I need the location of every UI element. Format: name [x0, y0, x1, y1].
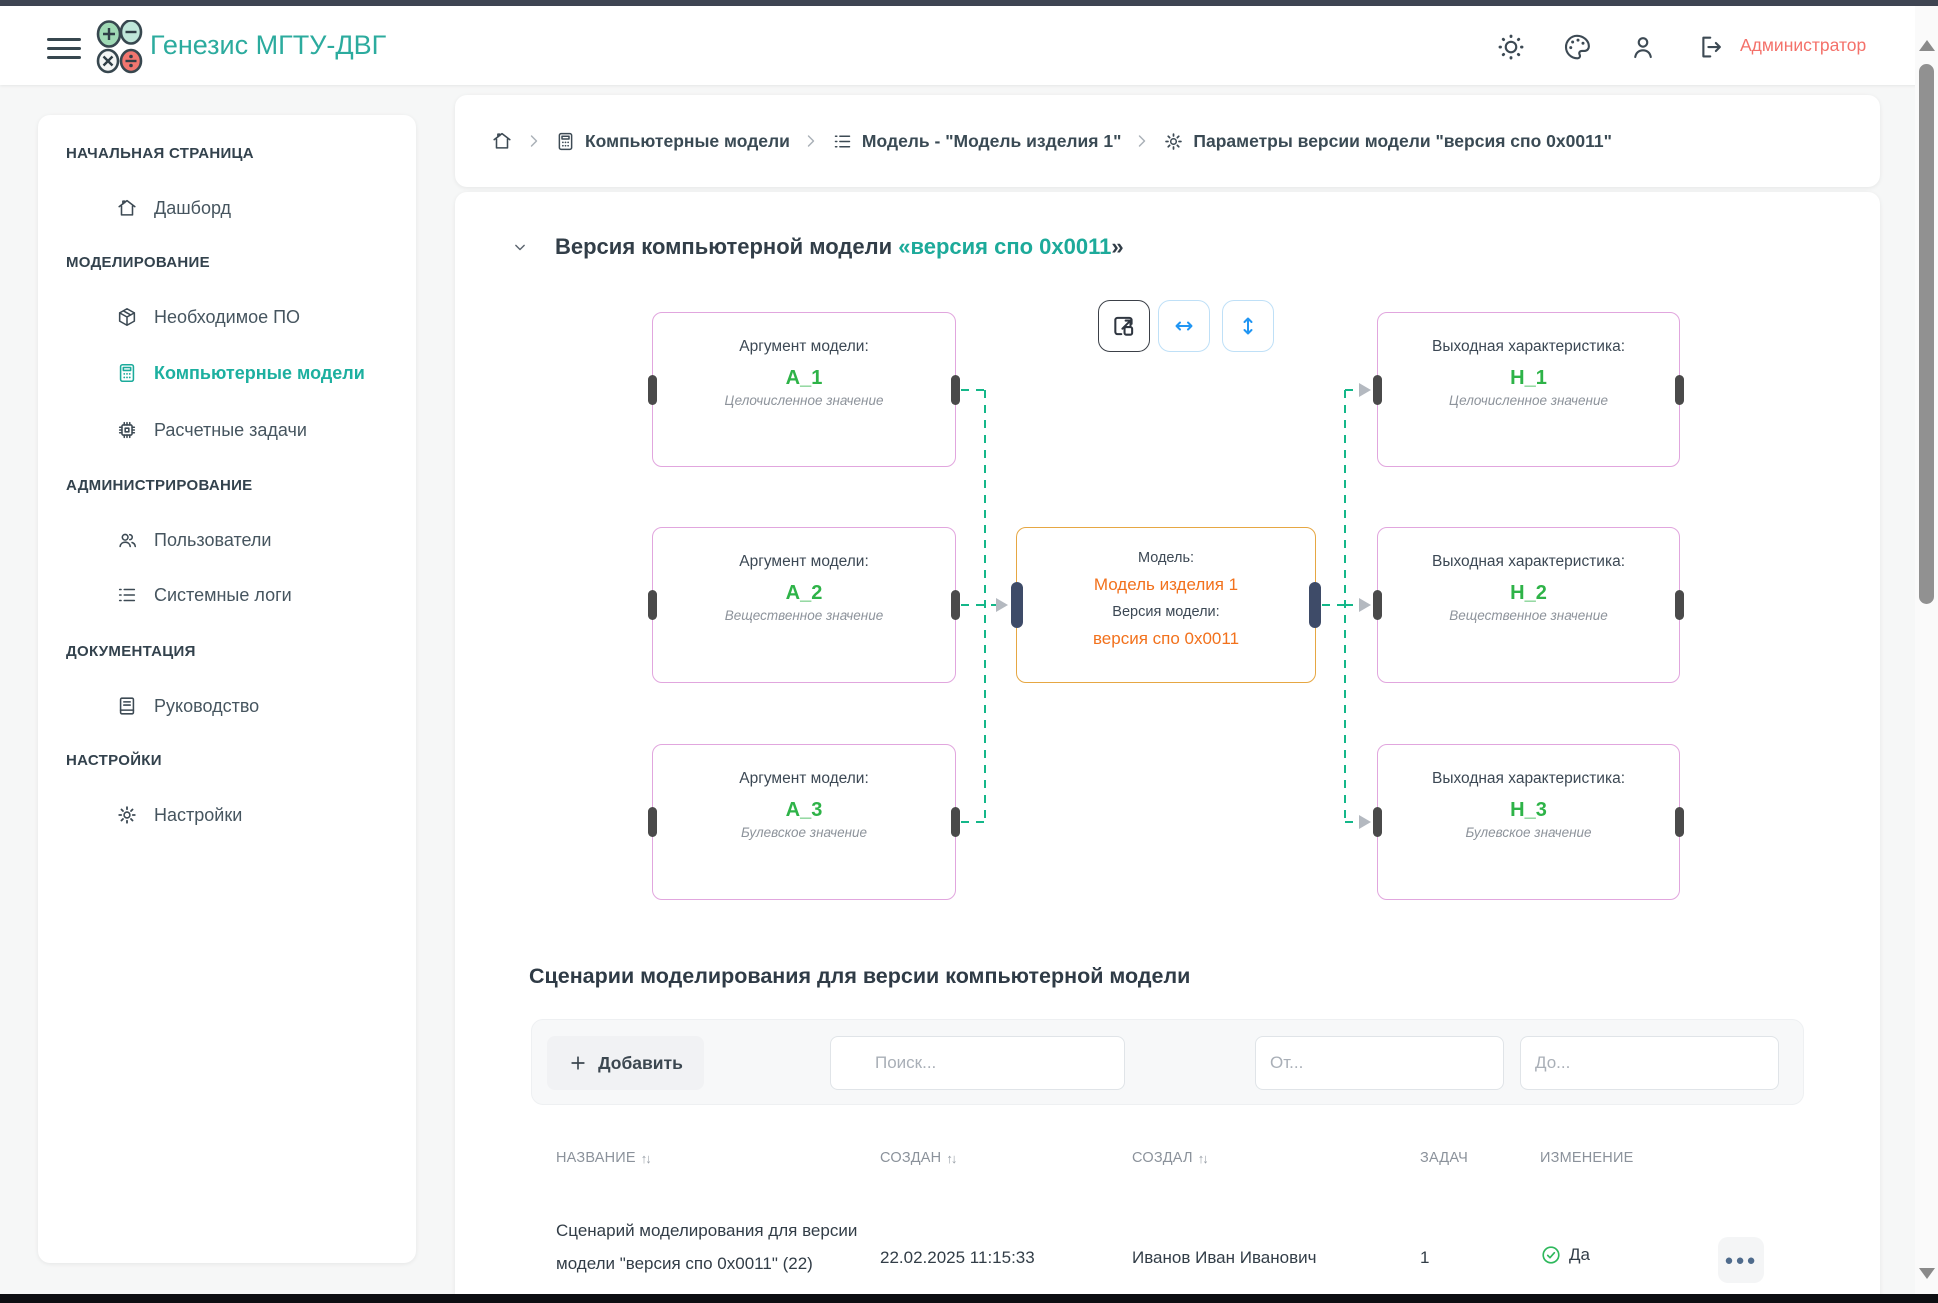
column-header-change: ИЗМЕНЕНИЕ: [1540, 1150, 1634, 1166]
app-header: Генезис МГТУ-ДВГ Администратор: [0, 6, 1938, 85]
node-handle[interactable]: [951, 807, 960, 837]
breadcrumb: Компьютерные модели Модель - "Модель изд…: [491, 95, 1612, 187]
breadcrumb-item-computer-models[interactable]: Компьютерные модели: [555, 131, 790, 152]
package-icon: [116, 306, 138, 328]
scenarios-heading: Сценарии моделирования для версии компью…: [529, 964, 1191, 988]
sidebar-item-dashboard[interactable]: Дашборд: [38, 191, 416, 225]
panel-title: Версия компьютерной модели «версия спо 0…: [555, 234, 1124, 259]
book-icon: [116, 695, 138, 717]
scrollbar-thumb[interactable]: [1919, 64, 1934, 604]
output-node-h1[interactable]: Выходная характеристика: Н_1 Целочисленн…: [1373, 312, 1684, 467]
gear-icon: [116, 804, 138, 826]
breadcrumb-home-icon[interactable]: [491, 130, 513, 152]
theme-toggle-icon[interactable]: [1496, 32, 1526, 62]
scenario-name-cell[interactable]: Сценарий моделирования для версии модели…: [556, 1215, 858, 1280]
output-node-h2[interactable]: Выходная характеристика: Н_2 Вещественно…: [1373, 527, 1684, 683]
chevron-right-icon: [530, 135, 538, 147]
sidebar-item-manual[interactable]: Руководство: [38, 689, 416, 723]
node-handle[interactable]: [648, 374, 657, 405]
sidebar-section-administration: АДМИНИСТРИРОВАНИЕ: [66, 476, 253, 494]
list-icon: [116, 584, 138, 606]
check-circle-icon: [1542, 1246, 1560, 1264]
search-input[interactable]: [830, 1036, 1125, 1090]
search-field-wrap: [830, 1036, 1125, 1090]
plus-icon: [571, 1056, 585, 1070]
sidebar-item-settings[interactable]: Настройки: [38, 798, 416, 832]
calculator-icon: [558, 132, 573, 150]
home-icon: [116, 197, 138, 219]
scenario-change-cell: Да: [1540, 1244, 1590, 1266]
date-to-input[interactable]: [1520, 1036, 1779, 1090]
breadcrumb-item-version-params[interactable]: Параметры версии модели "версия спо 0x00…: [1163, 131, 1612, 152]
column-header-name[interactable]: НАЗВАНИЕ ↑↓: [556, 1150, 652, 1166]
sort-icon[interactable]: ↑↓: [946, 1151, 957, 1166]
column-header-tasks: ЗАДАЧ: [1420, 1150, 1468, 1166]
list-icon: [834, 135, 851, 147]
node-handle[interactable]: [1011, 582, 1023, 628]
argument-node-a3[interactable]: Аргумент модели: А_3 Булевское значение: [648, 744, 960, 900]
column-header-created[interactable]: СОЗДАН ↑↓: [880, 1150, 957, 1166]
version-panel: Версия компьютерной модели «версия спо 0…: [455, 192, 1880, 1303]
sidebar-item-users[interactable]: Пользователи: [38, 523, 416, 557]
node-handle[interactable]: [951, 590, 960, 620]
sidebar-section-settings: НАСТРОЙКИ: [66, 751, 162, 769]
scrollbar-up-arrow[interactable]: [1919, 40, 1935, 51]
output-node-h3[interactable]: Выходная характеристика: Н_3 Булевское з…: [1373, 744, 1684, 900]
sidebar-section-home: НАЧАЛЬНАЯ СТРАНИЦА: [66, 144, 254, 162]
node-handle[interactable]: [1675, 374, 1684, 405]
sidebar-section-documentation: ДОКУМЕНТАЦИЯ: [66, 642, 196, 660]
hamburger-menu-icon[interactable]: [47, 38, 81, 60]
collapse-panel-button[interactable]: [505, 232, 535, 262]
chevron-right-icon: [1139, 135, 1146, 147]
breadcrumb-item-model[interactable]: Модель - "Модель изделия 1": [832, 131, 1121, 152]
scrollbar-down-arrow[interactable]: [1919, 1268, 1935, 1279]
argument-node-a2[interactable]: Аргумент модели: А_2 Вещественное значен…: [648, 527, 960, 683]
gear-icon: [1165, 132, 1183, 150]
sidebar-nav: НАЧАЛЬНАЯ СТРАНИЦА Дашборд МОДЕЛИРОВАНИЕ…: [38, 115, 416, 1263]
scenario-created-cell: 22.02.2025 11:15:33: [880, 1248, 1035, 1267]
scenario-creator-cell: Иванов Иван Иванович: [1132, 1248, 1317, 1267]
chevron-down-icon: [515, 244, 525, 251]
scenario-tasks-cell: 1: [1420, 1248, 1430, 1267]
sidebar-item-system-logs[interactable]: Системные логи: [38, 578, 416, 612]
node-handle[interactable]: [1309, 582, 1321, 628]
chip-icon: [116, 419, 138, 441]
model-node[interactable]: Модель: Модель изделия 1 Версия модели: …: [1011, 527, 1321, 683]
window-bottom-strip: [0, 1294, 1938, 1303]
node-handle[interactable]: [1373, 807, 1382, 837]
calculator-icon: [116, 362, 138, 384]
sidebar-item-computer-models[interactable]: Компьютерные модели: [38, 356, 416, 390]
user-role-label[interactable]: Администратор: [1740, 6, 1866, 85]
sidebar-item-required-software[interactable]: Необходимое ПО: [38, 300, 416, 334]
row-actions-button[interactable]: ●●●: [1718, 1237, 1764, 1283]
node-handle[interactable]: [951, 374, 960, 405]
node-handle[interactable]: [1675, 807, 1684, 837]
page-scrollbar[interactable]: [1915, 6, 1938, 1294]
node-handle[interactable]: [1675, 590, 1684, 620]
palette-icon[interactable]: [1562, 32, 1592, 62]
sort-icon[interactable]: ↑↓: [1198, 1151, 1209, 1166]
column-header-creator[interactable]: СОЗДАЛ ↑↓: [1132, 1150, 1209, 1166]
date-from-input[interactable]: [1255, 1036, 1504, 1090]
logout-icon[interactable]: [1694, 32, 1724, 62]
version-name-highlight: «версия спо 0x0011: [898, 234, 1112, 259]
node-handle[interactable]: [1373, 374, 1382, 405]
scenarios-filterbar: Добавить: [531, 1019, 1804, 1105]
node-handle[interactable]: [1373, 590, 1382, 620]
app-title: Генезис МГТУ-ДВГ: [150, 30, 387, 60]
sidebar-item-computation-tasks[interactable]: Расчетные задачи: [38, 413, 416, 447]
argument-node-a1[interactable]: Аргумент модели: А_1 Целочисленное значе…: [648, 312, 960, 467]
sort-icon[interactable]: ↑↓: [641, 1151, 652, 1166]
breadcrumb-bar: Компьютерные модели Модель - "Модель изд…: [455, 95, 1880, 187]
chevron-right-icon: [807, 135, 815, 147]
app-logo-math-icon: [96, 20, 143, 74]
sidebar-section-modeling: МОДЕЛИРОВАНИЕ: [66, 253, 210, 271]
node-handle[interactable]: [648, 590, 657, 620]
node-handle[interactable]: [648, 807, 657, 837]
user-profile-icon[interactable]: [1628, 32, 1658, 62]
users-icon: [116, 529, 138, 551]
add-scenario-button[interactable]: Добавить: [547, 1036, 704, 1090]
